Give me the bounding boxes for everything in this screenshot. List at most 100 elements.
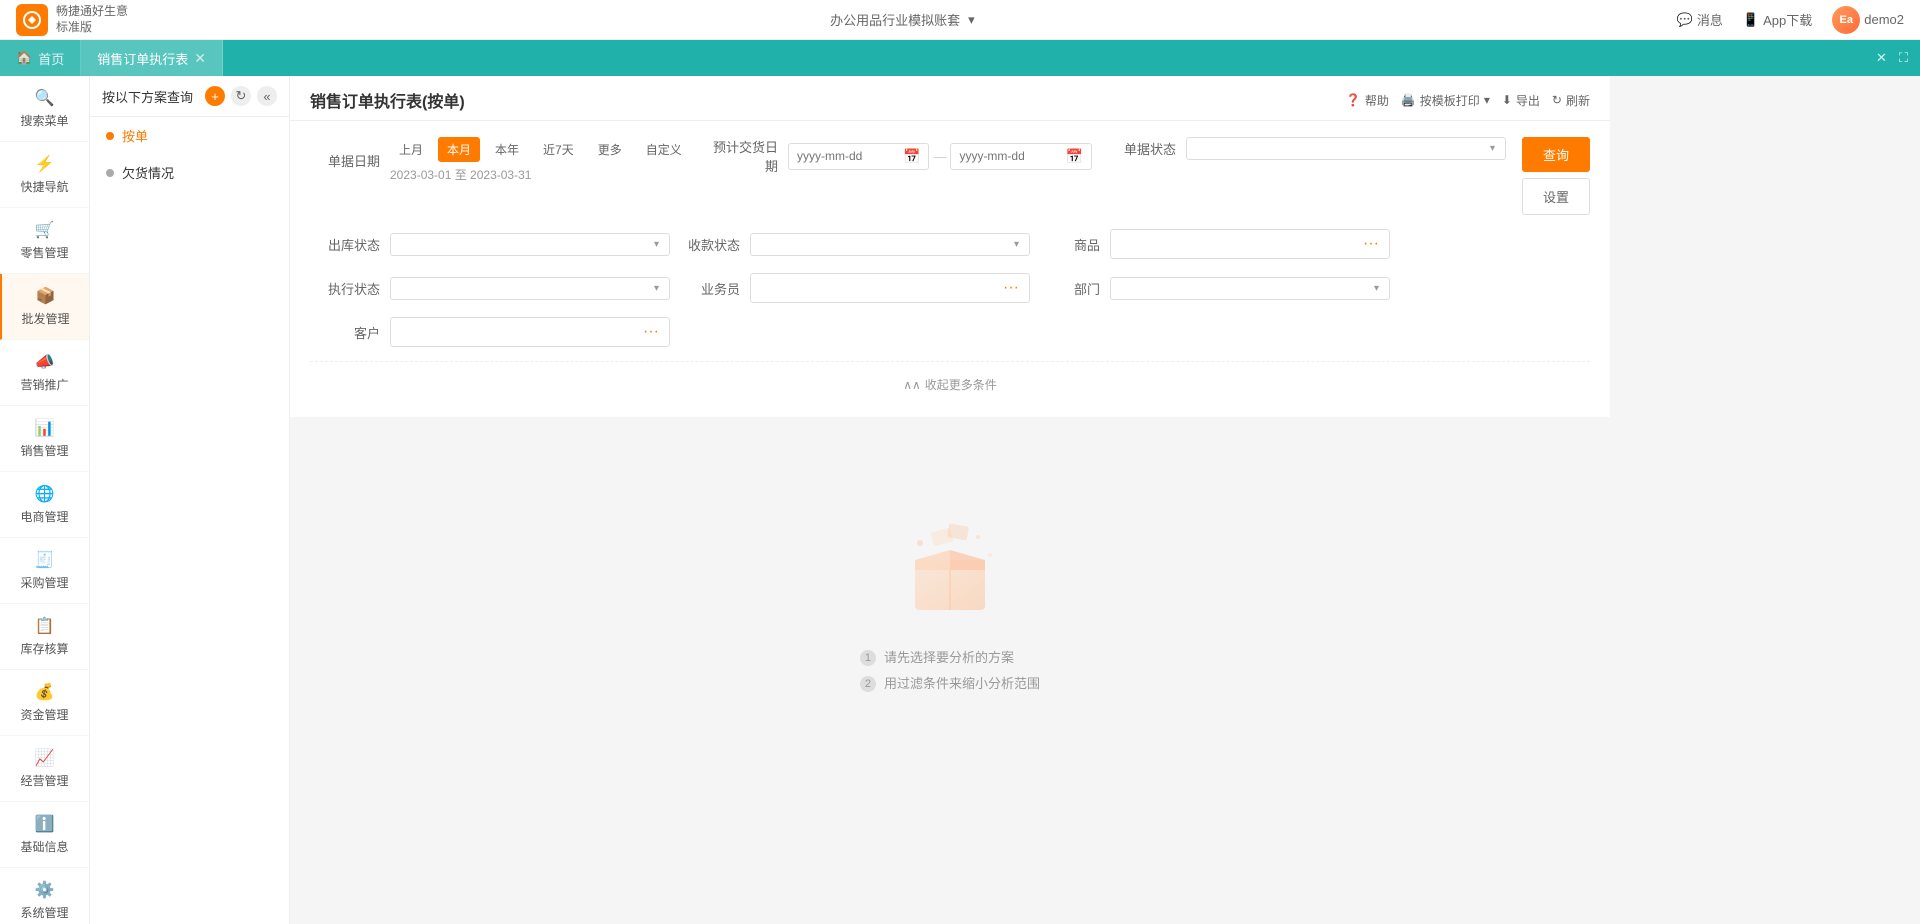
export-icon: ⬇ xyxy=(1502,93,1512,107)
sidebar-item-wholesale[interactable]: 📦 批发管理 xyxy=(0,274,89,340)
refresh-btn[interactable]: ↻ 刷新 xyxy=(1552,92,1590,109)
collapse-icon: « xyxy=(263,89,270,104)
dept-label: 部门 xyxy=(1030,279,1110,298)
window-close-icon[interactable]: ✕ xyxy=(1876,50,1887,66)
settings-button[interactable]: 设置 xyxy=(1522,178,1590,215)
company-name: 办公用品行业模拟账套 xyxy=(830,10,960,29)
date-btn-custom[interactable]: 自定义 xyxy=(637,137,691,162)
sidebar: 🔍 搜索菜单 ⚡ 快捷导航 🛒 零售管理 📦 批发管理 📣 营销推广 📊 销售管… xyxy=(0,76,90,924)
collection-status-label: 收款状态 xyxy=(670,235,750,254)
tab-bar: 🏠 首页 销售订单执行表 ✕ ✕ ⛶ xyxy=(0,40,1920,76)
salesperson-input[interactable]: ··· xyxy=(750,273,1030,303)
message-btn[interactable]: 💬 消息 xyxy=(1677,10,1723,29)
forecast-date-label: 预计交货日期 xyxy=(708,137,788,175)
top-header: 畅捷通好生意 标准版 办公用品行业模拟账套 ▾ 💬 消息 📱 App下载 Ea … xyxy=(0,0,1920,40)
add-scheme-btn[interactable]: + xyxy=(205,86,225,106)
collapse-more-label: 收起更多条件 xyxy=(925,376,997,393)
ship-status-select[interactable]: ▾ xyxy=(390,233,670,256)
ops-icon: 📈 xyxy=(35,748,55,768)
add-icon: + xyxy=(211,89,219,104)
sidebar-item-ops[interactable]: 📈 经营管理 xyxy=(0,736,89,802)
refresh-page-icon: ↻ xyxy=(1552,93,1562,107)
tab-sales-exec[interactable]: 销售订单执行表 ✕ xyxy=(81,40,223,76)
empty-illustration xyxy=(890,505,1010,625)
left-panel-title: 按以下方案查询 xyxy=(102,87,193,106)
tab-home[interactable]: 🏠 首页 xyxy=(0,40,81,76)
dept-select[interactable]: ▾ xyxy=(1110,277,1390,300)
ship-status-chevron: ▾ xyxy=(654,239,659,250)
collapse-more-btn[interactable]: ∧∧ 收起更多条件 xyxy=(310,370,1590,403)
export-btn[interactable]: ⬇ 导出 xyxy=(1502,92,1540,109)
salesperson-label: 业务员 xyxy=(670,279,750,298)
sidebar-label-search-menu: 搜索菜单 xyxy=(20,112,68,129)
main-inner: 按以下方案查询 + ↻ « 按单 欠 xyxy=(90,76,1610,924)
wholesale-icon: 📦 xyxy=(36,286,56,306)
sidebar-label-inventory: 库存核算 xyxy=(20,640,68,657)
help-label: 帮助 xyxy=(1365,92,1389,109)
order-label: 按单 xyxy=(122,126,148,145)
date-btn-7days[interactable]: 近7天 xyxy=(534,137,583,162)
page-actions: ❓ 帮助 🖨️ 按模板打印 ▾ ⬇ 导出 ↻ 刷新 xyxy=(1346,92,1590,109)
forecast-date-to-input[interactable] xyxy=(959,149,1059,163)
sidebar-label-ops: 经营管理 xyxy=(20,772,68,789)
customer-input[interactable]: ··· xyxy=(390,317,670,347)
avatar: Ea xyxy=(1832,6,1860,34)
customer-label: 客户 xyxy=(310,323,390,342)
sidebar-item-finance[interactable]: 💰 资金管理 xyxy=(0,670,89,736)
customer-dots-icon[interactable]: ··· xyxy=(643,323,659,341)
window-maximize-icon[interactable]: ⛶ xyxy=(1899,50,1908,66)
collection-status-select[interactable]: ▾ xyxy=(750,233,1030,256)
date-btn-prev-month[interactable]: 上月 xyxy=(390,137,432,162)
left-panel-item-arrears[interactable]: 欠货情况 xyxy=(90,154,289,191)
forecast-date-to[interactable]: 📅 xyxy=(950,143,1091,170)
query-button[interactable]: 查询 xyxy=(1522,137,1590,172)
left-panel: 按以下方案查询 + ↻ « 按单 欠 xyxy=(90,76,290,924)
arrears-label: 欠货情况 xyxy=(122,163,174,182)
forecast-date-from[interactable]: 📅 xyxy=(788,143,929,170)
sidebar-item-basic-info[interactable]: ℹ️ 基础信息 xyxy=(0,802,89,868)
refresh-label: 刷新 xyxy=(1566,92,1590,109)
sidebar-item-purchase[interactable]: 🧾 采购管理 xyxy=(0,538,89,604)
sidebar-label-ecommerce: 电商管理 xyxy=(20,508,68,525)
doc-status-select[interactable]: ▾ xyxy=(1186,137,1506,160)
page-content: 销售订单执行表(按单) ❓ 帮助 🖨️ 按模板打印 ▾ ⬇ 导出 xyxy=(290,76,1610,924)
app-download-btn[interactable]: 📱 App下载 xyxy=(1743,10,1812,29)
salesperson-dots-icon[interactable]: ··· xyxy=(1003,279,1019,297)
calendar-to-icon[interactable]: 📅 xyxy=(1065,148,1082,165)
header-right: 💬 消息 📱 App下载 Ea demo2 xyxy=(1677,6,1904,34)
collapse-panel-btn[interactable]: « xyxy=(257,86,277,106)
goods-input[interactable]: ··· xyxy=(1110,229,1390,259)
exec-status-chevron: ▾ xyxy=(654,283,659,294)
tab-home-label: 首页 xyxy=(38,49,64,68)
sidebar-item-inventory[interactable]: 📋 库存核算 xyxy=(0,604,89,670)
date-btn-more[interactable]: 更多 xyxy=(589,137,631,162)
tab-sales-exec-label: 销售订单执行表 xyxy=(97,49,188,68)
calendar-from-icon[interactable]: 📅 xyxy=(903,148,920,165)
date-btn-current-month[interactable]: 本月 xyxy=(438,137,480,162)
date-btn-current-year[interactable]: 本年 xyxy=(486,137,528,162)
goods-dots-icon[interactable]: ··· xyxy=(1363,235,1379,253)
print-icon: 🖨️ xyxy=(1401,93,1416,107)
company-selector[interactable]: 办公用品行业模拟账套 ▾ xyxy=(830,10,975,29)
home-icon: 🏠 xyxy=(16,50,32,66)
empty-state: 1 请先选择要分析的方案 2 用过滤条件来缩小分析范围 xyxy=(290,425,1610,777)
company-dropdown-icon: ▾ xyxy=(968,12,975,28)
exec-status-select[interactable]: ▾ xyxy=(390,277,670,300)
user-profile[interactable]: Ea demo2 xyxy=(1832,6,1904,34)
forecast-date-from-input[interactable] xyxy=(797,149,897,163)
left-panel-item-order[interactable]: 按单 xyxy=(90,117,289,154)
help-btn[interactable]: ❓ 帮助 xyxy=(1346,92,1389,109)
template-print-btn[interactable]: 🖨️ 按模板打印 ▾ xyxy=(1401,92,1490,109)
sidebar-item-retail[interactable]: 🛒 零售管理 xyxy=(0,208,89,274)
sidebar-label-marketing: 营销推广 xyxy=(20,376,68,393)
message-label: 消息 xyxy=(1697,10,1723,29)
sidebar-item-sales[interactable]: 📊 销售管理 xyxy=(0,406,89,472)
refresh-scheme-btn[interactable]: ↻ xyxy=(231,86,251,106)
sidebar-item-search-menu[interactable]: 🔍 搜索菜单 xyxy=(0,76,89,142)
tip-num-1: 1 xyxy=(860,650,876,666)
sidebar-item-system[interactable]: ⚙️ 系统管理 xyxy=(0,868,89,924)
sidebar-item-ecommerce[interactable]: 🌐 电商管理 xyxy=(0,472,89,538)
sidebar-item-marketing[interactable]: 📣 营销推广 xyxy=(0,340,89,406)
sidebar-item-quick-nav[interactable]: ⚡ 快捷导航 xyxy=(0,142,89,208)
tab-close-icon[interactable]: ✕ xyxy=(194,50,206,67)
